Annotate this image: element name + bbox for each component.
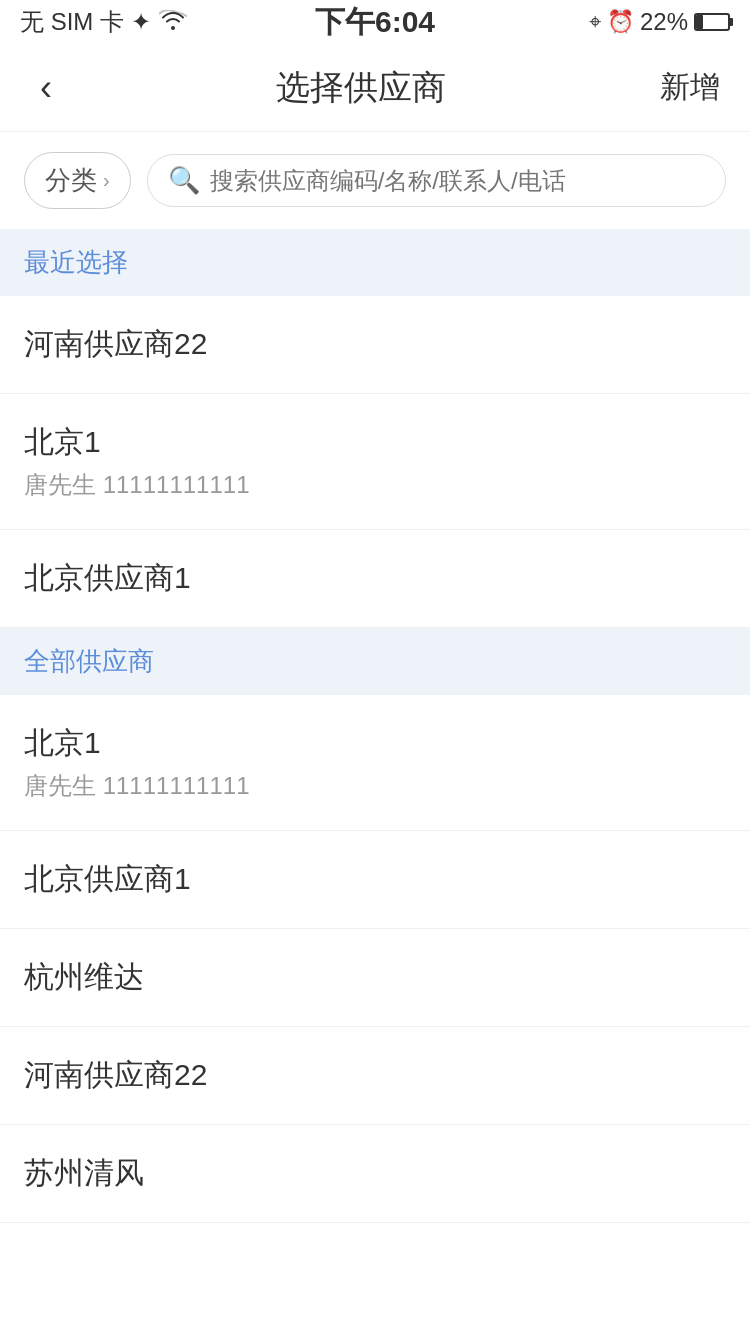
search-wrapper[interactable]: 🔍 [147, 154, 726, 207]
recent-section-header: 最近选择 [0, 229, 750, 296]
item-name: 杭州维达 [24, 957, 726, 998]
location-icon: ⌖ [589, 9, 601, 35]
list-item[interactable]: 河南供应商22 [0, 1027, 750, 1125]
list-item[interactable]: 杭州维达 [0, 929, 750, 1027]
category-label: 分类 [45, 163, 97, 198]
wifi-icon [159, 8, 187, 36]
status-time: 下午6:04 [315, 2, 435, 43]
all-section-label: 全部供应商 [24, 646, 154, 676]
status-bar: 无 SIM 卡 ✦ 下午6:04 ⌖ ⏰ 22% [0, 0, 750, 44]
item-name: 北京供应商1 [24, 859, 726, 900]
list-item[interactable]: 河南供应商22 [0, 296, 750, 394]
list-item[interactable]: 北京1 唐先生 11111111111 [0, 695, 750, 831]
recent-list: 河南供应商22 北京1 唐先生 11111111111 北京供应商1 [0, 296, 750, 628]
search-bar: 分类 › 🔍 [0, 132, 750, 229]
item-name: 苏州清风 [24, 1153, 726, 1194]
battery-label: 22% [640, 8, 688, 36]
chevron-right-icon: › [103, 169, 110, 192]
item-name: 北京1 [24, 723, 726, 764]
recent-section-label: 最近选择 [24, 247, 128, 277]
battery-icon [694, 13, 730, 31]
item-name: 河南供应商22 [24, 1055, 726, 1096]
list-item[interactable]: 苏州清风 [0, 1125, 750, 1223]
search-icon: 🔍 [168, 165, 200, 196]
status-right: ⌖ ⏰ 22% [589, 8, 730, 36]
category-button[interactable]: 分类 › [24, 152, 131, 209]
alarm-icon: ⏰ [607, 9, 634, 35]
list-item[interactable]: 北京1 唐先生 11111111111 [0, 394, 750, 530]
item-sub: 唐先生 11111111111 [24, 770, 726, 802]
all-list: 北京1 唐先生 11111111111 北京供应商1 杭州维达河南供应商22 苏州清风 [0, 695, 750, 1223]
list-item[interactable]: 北京供应商1 [0, 530, 750, 628]
no-sim-label: 无 SIM 卡 ✦ [20, 6, 151, 38]
item-name: 北京供应商1 [24, 558, 726, 599]
item-sub: 唐先生 11111111111 [24, 469, 726, 501]
back-button[interactable]: ‹ [30, 57, 62, 119]
add-button[interactable]: 新增 [660, 67, 720, 108]
item-name: 河南供应商22 [24, 324, 726, 365]
page-title: 选择供应商 [276, 65, 446, 111]
item-name: 北京1 [24, 422, 726, 463]
all-section-header: 全部供应商 [0, 628, 750, 695]
search-input[interactable] [210, 167, 705, 195]
list-item[interactable]: 北京供应商1 [0, 831, 750, 929]
status-left: 无 SIM 卡 ✦ [20, 6, 187, 38]
nav-bar: ‹ 选择供应商 新增 [0, 44, 750, 132]
